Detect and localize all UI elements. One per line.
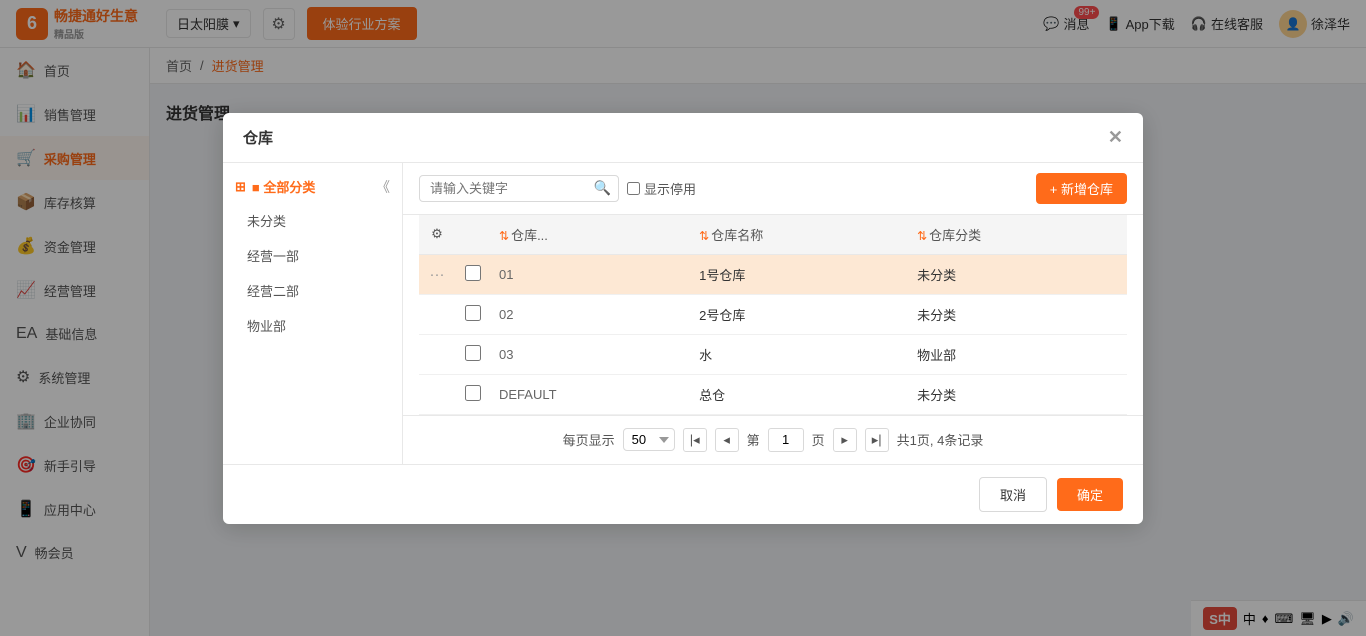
row-num: DEFAULT bbox=[491, 374, 691, 414]
page-last-button[interactable]: ▸| bbox=[865, 428, 889, 452]
all-categories-item[interactable]: ⊞ ■ 全部分类 bbox=[235, 177, 315, 196]
warehouse-category: 未分类 bbox=[909, 374, 1127, 414]
row-num: 02 bbox=[491, 294, 691, 334]
pagination: 每页显示 50 100 |◂ ◂ 第 页 ▸ ▸| 共1页, 4条记录 bbox=[403, 415, 1143, 464]
grid-icon: ⊞ bbox=[235, 179, 246, 195]
warehouse-category: 未分类 bbox=[909, 254, 1127, 294]
warehouse-name: 水 bbox=[691, 334, 909, 374]
category-panel: ⊞ ■ 全部分类 《 未分类 经营一部 经营二部 物业部 bbox=[223, 163, 403, 464]
search-wrap: 🔍 bbox=[419, 175, 619, 202]
table-row[interactable]: ··· 01 1号仓库 未分类 bbox=[419, 254, 1127, 294]
row-checkbox-cell bbox=[455, 294, 491, 334]
warehouse-name: 总仓 bbox=[691, 374, 909, 414]
confirm-button[interactable]: 确定 bbox=[1057, 478, 1123, 511]
row-checkbox-cell bbox=[455, 374, 491, 414]
th-checkbox bbox=[455, 215, 491, 255]
page-label: 第 bbox=[747, 430, 760, 449]
row-num: 03 bbox=[491, 334, 691, 374]
page-unit: 页 bbox=[812, 430, 825, 449]
th-name: ⇅仓库名称 bbox=[691, 215, 909, 255]
warehouse-table-wrap: ⚙ ⇅仓库... ⇅仓库名称 ⇅仓库分类 ··· bbox=[403, 215, 1143, 415]
page-size-select[interactable]: 50 100 bbox=[623, 428, 675, 451]
category-item-unclassified[interactable]: 未分类 bbox=[223, 203, 402, 238]
page-prev-button[interactable]: ◂ bbox=[715, 428, 739, 452]
row-num: 01 bbox=[491, 254, 691, 294]
category-item-dept1[interactable]: 经营一部 bbox=[223, 238, 402, 273]
row-settings bbox=[419, 294, 455, 334]
cancel-button[interactable]: 取消 bbox=[979, 477, 1047, 512]
category-panel-header: ⊞ ■ 全部分类 《 bbox=[223, 171, 402, 203]
table-row[interactable]: 02 2号仓库 未分类 bbox=[419, 294, 1127, 334]
warehouse-table: ⚙ ⇅仓库... ⇅仓库名称 ⇅仓库分类 ··· bbox=[419, 215, 1127, 415]
page-first-button[interactable]: |◂ bbox=[683, 428, 707, 452]
th-category: ⇅仓库分类 bbox=[909, 215, 1127, 255]
warehouse-category: 未分类 bbox=[909, 294, 1127, 334]
table-body: ··· 01 1号仓库 未分类 bbox=[419, 254, 1127, 414]
modal-body: ⊞ ■ 全部分类 《 未分类 经营一部 经营二部 物业部 🔍 bbox=[223, 163, 1143, 464]
settings-header-icon: ⚙ bbox=[431, 226, 443, 241]
modal-footer: 取消 确定 bbox=[223, 464, 1143, 524]
warehouse-modal: 仓库 ✕ ⊞ ■ 全部分类 《 未分类 经营一部 经营二部 物业部 bbox=[223, 113, 1143, 524]
show-disabled-checkbox[interactable] bbox=[627, 182, 640, 195]
warehouse-name: 2号仓库 bbox=[691, 294, 909, 334]
table-row[interactable]: 03 水 物业部 bbox=[419, 334, 1127, 374]
modal-title: 仓库 bbox=[243, 127, 273, 148]
row-settings: ··· bbox=[419, 254, 455, 294]
row-settings bbox=[419, 334, 455, 374]
search-icon[interactable]: 🔍 bbox=[594, 180, 611, 197]
table-row[interactable]: DEFAULT 总仓 未分类 bbox=[419, 374, 1127, 414]
row-select-checkbox[interactable] bbox=[465, 385, 481, 401]
th-code: ⇅仓库... bbox=[491, 215, 691, 255]
row-select-checkbox[interactable] bbox=[465, 345, 481, 361]
modal-header: 仓库 ✕ bbox=[223, 113, 1143, 163]
warehouse-table-panel: 🔍 显示停用 + 新增仓库 ⚙ bbox=[403, 163, 1143, 464]
collapse-panel-button[interactable]: 《 bbox=[376, 177, 390, 197]
search-input[interactable] bbox=[419, 175, 619, 202]
table-header: ⚙ ⇅仓库... ⇅仓库名称 ⇅仓库分类 bbox=[419, 215, 1127, 255]
row-checkbox-cell bbox=[455, 334, 491, 374]
row-settings bbox=[419, 374, 455, 414]
page-number-input[interactable] bbox=[768, 428, 804, 452]
modal-overlay[interactable]: 仓库 ✕ ⊞ ■ 全部分类 《 未分类 经营一部 经营二部 物业部 bbox=[0, 0, 1366, 636]
modal-close-button[interactable]: ✕ bbox=[1108, 127, 1123, 148]
category-item-property[interactable]: 物业部 bbox=[223, 308, 402, 343]
category-item-dept2[interactable]: 经营二部 bbox=[223, 273, 402, 308]
sort-icon-cat: ⇅ bbox=[917, 229, 927, 243]
page-next-button[interactable]: ▸ bbox=[833, 428, 857, 452]
th-settings: ⚙ bbox=[419, 215, 455, 255]
row-checkbox-cell bbox=[455, 254, 491, 294]
row-select-checkbox[interactable] bbox=[465, 265, 481, 281]
warehouse-category: 物业部 bbox=[909, 334, 1127, 374]
sort-icon-name: ⇅ bbox=[699, 229, 709, 243]
add-warehouse-button[interactable]: + 新增仓库 bbox=[1036, 173, 1127, 204]
total-info: 共1页, 4条记录 bbox=[897, 430, 984, 449]
sort-icon: ⇅ bbox=[499, 229, 509, 243]
page-size-label: 每页显示 bbox=[563, 430, 615, 449]
show-disabled-wrap: 显示停用 bbox=[627, 179, 696, 198]
warehouse-name: 1号仓库 bbox=[691, 254, 909, 294]
right-toolbar: 🔍 显示停用 + 新增仓库 bbox=[403, 163, 1143, 215]
row-select-checkbox[interactable] bbox=[465, 305, 481, 321]
show-disabled-label: 显示停用 bbox=[644, 179, 696, 198]
